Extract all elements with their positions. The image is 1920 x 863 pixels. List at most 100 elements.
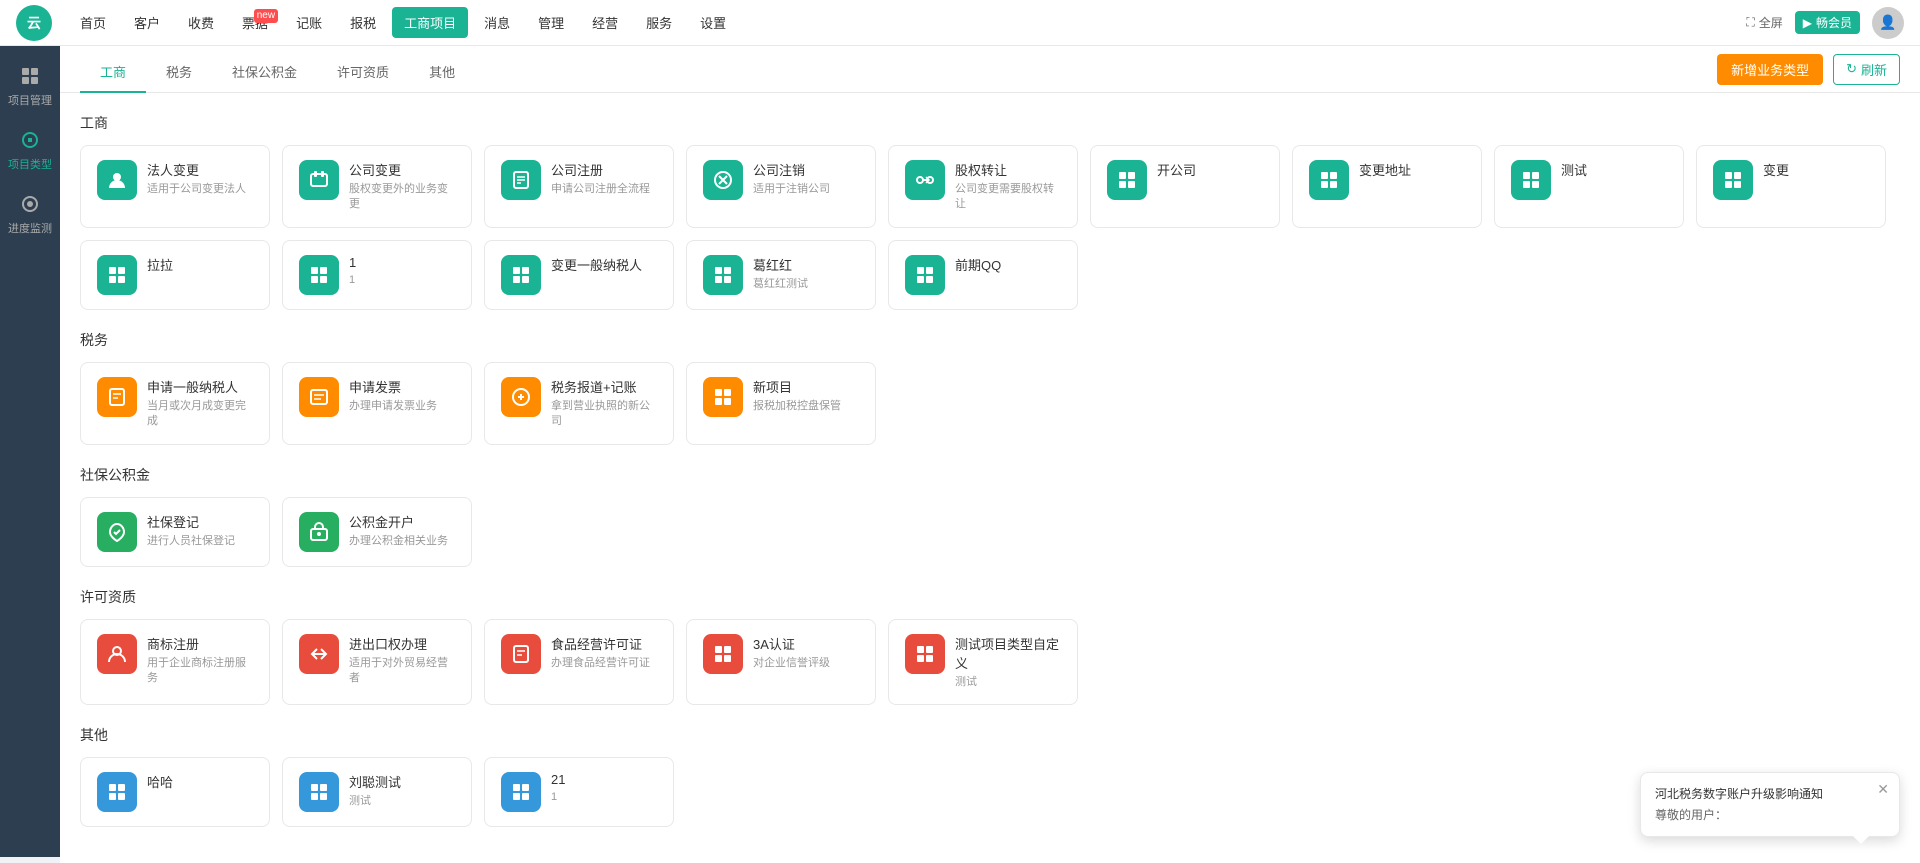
tab-shuiwu[interactable]: 税务 <box>146 50 212 93</box>
card-trademark[interactable]: 商标注册 用于企业商标注册服务 <box>80 619 270 705</box>
toolbar: 新增业务类型 ↻ 刷新 <box>1717 54 1900 85</box>
card-icon-faren <box>97 160 137 200</box>
card-icon-import-export <box>299 634 339 674</box>
card-icon-qianqi-qq <box>905 255 945 295</box>
section-title-xuke: 许可资质 <box>80 587 1900 607</box>
nav-tax[interactable]: 报税 <box>338 7 388 38</box>
card-gehonghong[interactable]: 葛红红 葛红红测试 <box>686 240 876 310</box>
member-icon: ▶ <box>1803 16 1812 30</box>
cards-grid-other: 哈哈 刘聪测试 测试 21 1 <box>80 757 1900 827</box>
section-title-gongshang: 工商 <box>80 113 1900 133</box>
cards-grid-xuke: 商标注册 用于企业商标注册服务 进出口权办理 适用于对外贸易经营者 食品经营 <box>80 619 1900 705</box>
section-title-shuiwu: 税务 <box>80 330 1900 350</box>
fullscreen-button[interactable]: ⛶ 全屏 <box>1746 14 1782 31</box>
add-type-button[interactable]: 新增业务类型 <box>1717 54 1823 85</box>
card-icon-company-register <box>501 160 541 200</box>
card-liucong-test[interactable]: 刘聪测试 测试 <box>282 757 472 827</box>
nav-service[interactable]: 服务 <box>634 7 684 38</box>
refresh-icon: ↻ <box>1846 61 1857 77</box>
card-icon-equity <box>905 160 945 200</box>
content-area: 工商 法人变更 适用于公司变更法人 公司变更 股权变更外的业务变更 <box>60 93 1920 863</box>
card-icon-change <box>1713 160 1753 200</box>
cards-grid-shebao: 社保登记 进行人员社保登记 公积金开户 办理公积金相关业务 <box>80 497 1900 567</box>
card-social-insurance[interactable]: 社保登记 进行人员社保登记 <box>80 497 270 567</box>
card-icon-one <box>299 255 339 295</box>
project-type-icon <box>18 128 42 152</box>
card-test[interactable]: 测试 <box>1494 145 1684 228</box>
section-title-other: 其他 <box>80 725 1900 745</box>
nav-message[interactable]: 消息 <box>472 7 522 38</box>
cards-grid-gongshang: 法人变更 适用于公司变更法人 公司变更 股权变更外的业务变更 公司注册 <box>80 145 1900 310</box>
card-apply-invoice[interactable]: 申请发票 办理申请发票业务 <box>282 362 472 445</box>
tab-other[interactable]: 其他 <box>409 50 475 93</box>
tab-shebao[interactable]: 社保公积金 <box>212 50 317 93</box>
card-new-project[interactable]: 新项目 报税加税控盘保管 <box>686 362 876 445</box>
tab-gongshang[interactable]: 工商 <box>80 50 146 93</box>
refresh-button[interactable]: ↻ 刷新 <box>1833 54 1900 85</box>
card-faren-biangeng[interactable]: 法人变更 适用于公司变更法人 <box>80 145 270 228</box>
card-one[interactable]: 1 1 <box>282 240 472 310</box>
sidebar-item-progress[interactable]: 进度监测 <box>0 182 60 246</box>
card-21[interactable]: 21 1 <box>484 757 674 827</box>
new-badge: new <box>254 9 278 23</box>
card-equity-transfer[interactable]: 股权转让 公司变更需要股权转让 <box>888 145 1078 228</box>
tabs-bar: 工商 税务 社保公积金 许可资质 其他 <box>80 46 475 92</box>
card-icon-3a-cert <box>703 634 743 674</box>
nav-ticket[interactable]: 票据 new <box>230 7 280 38</box>
tab-xuke[interactable]: 许可资质 <box>317 50 409 93</box>
card-icon-test-type-define <box>905 634 945 674</box>
card-3a-cert[interactable]: 3A认证 对企业信誉评级 <box>686 619 876 705</box>
card-tax-bookkeeping[interactable]: 税务报道+记账 拿到营业执照的新公司 <box>484 362 674 445</box>
nav-manage[interactable]: 管理 <box>526 7 576 38</box>
nav-bizproject[interactable]: 工商项目 <box>392 7 468 38</box>
main-content: 工商 税务 社保公积金 许可资质 其他 新增业务类型 ↻ 刷新 工商 法人变更 <box>60 46 1920 863</box>
card-import-export[interactable]: 进出口权办理 适用于对外贸易经营者 <box>282 619 472 705</box>
card-icon-change-address <box>1309 160 1349 200</box>
card-apply-general-tax[interactable]: 申请一般纳税人 当月或次月成变更完成 <box>80 362 270 445</box>
card-text-faren: 法人变更 适用于公司变更法人 <box>147 160 253 197</box>
member-button[interactable]: ▶ 畅会员 <box>1795 11 1860 34</box>
card-icon-new-project <box>703 377 743 417</box>
card-icon-provident-fund <box>299 512 339 552</box>
card-test-type-define[interactable]: 测试项目类型自定义 测试 <box>888 619 1078 705</box>
card-qianqi-qq[interactable]: 前期QQ <box>888 240 1078 310</box>
notification-popup: ✕ 河北税务数字账户升级影响通知 尊敬的用户： <box>1640 772 1900 837</box>
card-food-license[interactable]: 食品经营许可证 办理食品经营许可证 <box>484 619 674 705</box>
notification-text: 尊敬的用户： <box>1655 806 1885 824</box>
card-change-address[interactable]: 变更地址 <box>1292 145 1482 228</box>
nav-customer[interactable]: 客户 <box>122 7 172 38</box>
card-lala[interactable]: 拉拉 <box>80 240 270 310</box>
card-company-register[interactable]: 公司注册 申请公司注册全流程 <box>484 145 674 228</box>
card-change[interactable]: 变更 <box>1696 145 1886 228</box>
nav-settings[interactable]: 设置 <box>688 7 738 38</box>
card-icon-company-cancel <box>703 160 743 200</box>
card-change-general-tax[interactable]: 变更一般纳税人 <box>484 240 674 310</box>
sidebar-item-project-manage[interactable]: 项目管理 <box>0 54 60 118</box>
card-icon-food-license <box>501 634 541 674</box>
avatar[interactable]: 👤 <box>1872 7 1904 39</box>
notification-close-button[interactable]: ✕ <box>1877 781 1889 798</box>
nav-operation[interactable]: 经营 <box>580 7 630 38</box>
nav-home[interactable]: 首页 <box>68 7 118 38</box>
card-open-company[interactable]: 开公司 <box>1090 145 1280 228</box>
cards-grid-shuiwu: 申请一般纳税人 当月或次月成变更完成 申请发票 办理申请发票业务 税务报道+ <box>80 362 1900 445</box>
top-navigation: 云 首页 客户 收费 票据 new 记账 报税 工商项目 消息 管理 经营 服务… <box>0 0 1920 46</box>
card-company-change[interactable]: 公司变更 股权变更外的业务变更 <box>282 145 472 228</box>
nav-fee[interactable]: 收费 <box>176 7 226 38</box>
card-icon-21 <box>501 772 541 812</box>
top-right-area: ⛶ 全屏 ▶ 畅会员 👤 <box>1746 7 1904 39</box>
card-icon-apply-invoice <box>299 377 339 417</box>
card-icon-lala <box>97 255 137 295</box>
card-haha[interactable]: 哈哈 <box>80 757 270 827</box>
card-icon-company-change <box>299 160 339 200</box>
card-provident-fund[interactable]: 公积金开户 办理公积金相关业务 <box>282 497 472 567</box>
card-icon-social-insurance <box>97 512 137 552</box>
sidebar-item-project-type[interactable]: 项目类型 <box>0 118 60 182</box>
sidebar-label-project-manage: 项目管理 <box>8 92 52 108</box>
card-icon-haha <box>97 772 137 812</box>
sidebar-label-project-type: 项目类型 <box>8 156 52 172</box>
nav-bookkeeping[interactable]: 记账 <box>284 7 334 38</box>
card-icon-trademark <box>97 634 137 674</box>
card-company-cancel[interactable]: 公司注销 适用于注销公司 <box>686 145 876 228</box>
card-icon-liucong-test <box>299 772 339 812</box>
